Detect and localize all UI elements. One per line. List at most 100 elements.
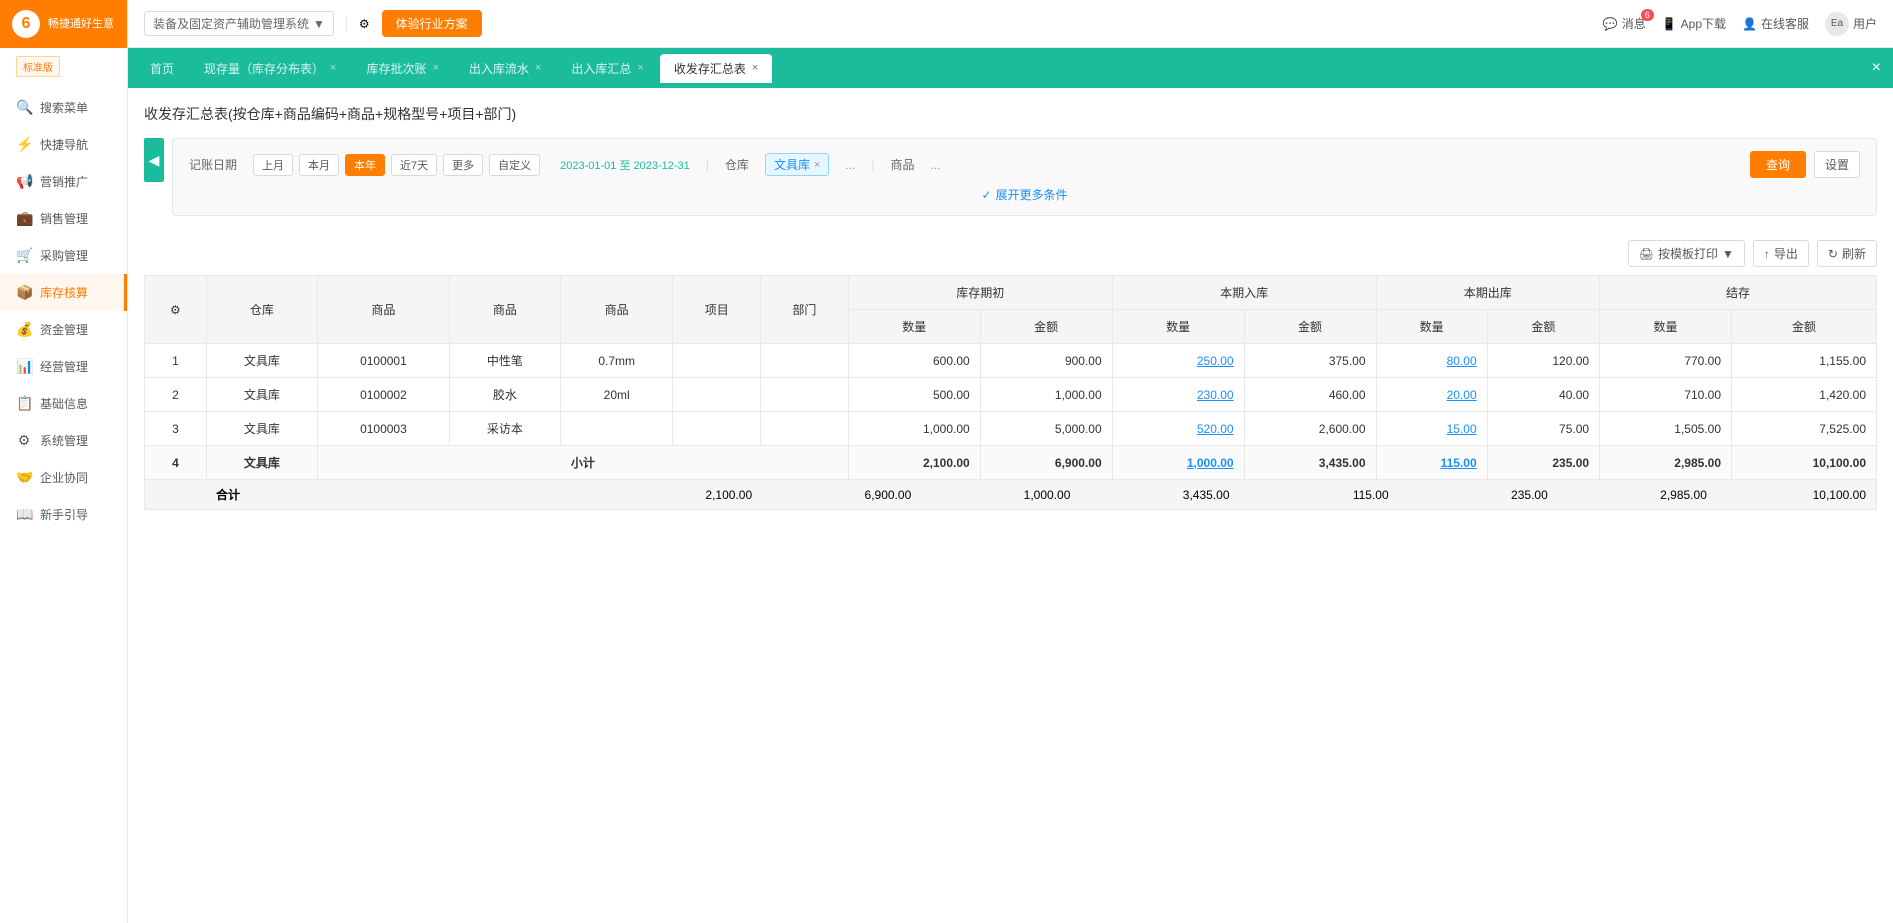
sidebar-item-basic[interactable]: 📋基础信息 — [0, 385, 127, 422]
export-label: 导出 — [1774, 245, 1798, 262]
table-row: 1 文具库 0100001 中性笔 0.7mm 600.00 900.00 25… — [145, 344, 1877, 378]
warehouse-tag[interactable]: 文具库 × — [765, 153, 829, 176]
row-project — [673, 344, 761, 378]
sidebar-icon-basic: 📋 — [16, 395, 32, 412]
sidebar-icon-system: ⚙ — [16, 432, 32, 449]
top-header: 装备及固定资产辅助管理系统 ▼ ⚙ 体验行业方案 💬 消息 6 📱 App下载 … — [128, 0, 1893, 48]
row-out-qty[interactable]: 80.00 — [1376, 344, 1487, 378]
row-out-amount: 120.00 — [1487, 344, 1599, 378]
print-btn[interactable]: 🖨 按模板打印 ▼ — [1628, 240, 1745, 267]
date-btn-本年[interactable]: 本年 — [345, 154, 385, 176]
tab-recv_send[interactable]: 收发存汇总表× — [660, 54, 772, 83]
goods-more[interactable]: ... — [931, 158, 941, 172]
filter-toggle-btn[interactable]: ◀ — [144, 138, 164, 182]
export-icon: ↑ — [1764, 247, 1770, 261]
tab-close-inout_summary[interactable]: × — [637, 62, 643, 74]
table-settings-icon[interactable]: ⚙ — [170, 303, 181, 317]
footer-total-label: 合计 — [193, 486, 263, 503]
query-button[interactable]: 查询 — [1750, 151, 1806, 178]
row-warehouse: 文具库 — [206, 412, 317, 446]
sidebar-item-quick[interactable]: ⚡快捷导航 — [0, 126, 127, 163]
header-right: 💬 消息 6 📱 App下载 👤 在线客服 Ea 用户 — [1603, 12, 1877, 36]
date-btn-自定义[interactable]: 自定义 — [489, 154, 540, 176]
export-btn[interactable]: ↑ 导出 — [1753, 240, 1809, 267]
sidebar-icon-inventory: 📦 — [16, 284, 32, 301]
sidebar-menu: 🔍搜索菜单⚡快捷导航📢营销推广💼销售管理🛒采购管理📦库存核算💰资金管理📊经营管理… — [0, 85, 127, 923]
date-btn-更多[interactable]: 更多 — [443, 154, 483, 176]
date-btn-近7天[interactable]: 近7天 — [391, 154, 437, 176]
warehouse-tag-text: 文具库 — [774, 156, 810, 173]
warehouse-more[interactable]: ... — [845, 158, 855, 172]
sidebar-icon-marketing: 📢 — [16, 173, 32, 190]
refresh-btn[interactable]: ↻ 刷新 — [1817, 240, 1877, 267]
user-btn[interactable]: Ea 用户 — [1825, 12, 1877, 36]
expand-more: ✓ 展开更多条件 — [189, 186, 1860, 203]
row-name: 采访本 — [449, 412, 560, 446]
row-out-qty[interactable]: 20.00 — [1376, 378, 1487, 412]
date-btn-本月[interactable]: 本月 — [299, 154, 339, 176]
experience-button[interactable]: 体验行业方案 — [382, 10, 482, 37]
row-opening-amount: 900.00 — [980, 344, 1112, 378]
settings-button[interactable]: 设置 — [1814, 151, 1860, 178]
tab-batch[interactable]: 库存批次账× — [352, 54, 452, 83]
content-area: 收发存汇总表(按仓库+商品编码+商品+规格型号+项目+部门) ◀ 记账日期 上月… — [128, 88, 1893, 923]
subtotal-in-qty[interactable]: 1,000.00 — [1112, 446, 1244, 480]
tab-bar: 首页现存量（库存分布表）×库存批次账×出入库流水×出入库汇总×收发存汇总表×× — [128, 48, 1893, 88]
online-service-btn[interactable]: 👤 在线客服 — [1742, 15, 1809, 32]
tab-home[interactable]: 首页 — [136, 54, 188, 83]
tab-close-inout_flow[interactable]: × — [535, 62, 541, 74]
row-spec — [560, 412, 672, 446]
user-avatar: Ea — [1825, 12, 1849, 36]
row-code: 0100003 — [317, 412, 449, 446]
project-col-header: 项目 — [673, 276, 761, 344]
sidebar-item-sales[interactable]: 💼销售管理 — [0, 200, 127, 237]
subtotal-out-qty[interactable]: 115.00 — [1376, 446, 1487, 480]
sidebar-item-operations[interactable]: 📊经营管理 — [0, 348, 127, 385]
sidebar-item-inventory[interactable]: 📦库存核算 — [0, 274, 127, 311]
tab-close-batch[interactable]: × — [432, 62, 438, 74]
app-download-btn[interactable]: 📱 App下载 — [1662, 15, 1726, 32]
warehouse-tag-close-icon[interactable]: × — [814, 159, 820, 171]
system-selector[interactable]: 装备及固定资产辅助管理系统 ▼ — [144, 11, 334, 36]
app-name: 畅捷通好生意 — [48, 17, 114, 31]
tab-close-recv_send[interactable]: × — [752, 62, 758, 74]
row-code: 0100002 — [317, 378, 449, 412]
row-opening-qty: 600.00 — [848, 344, 980, 378]
sidebar-item-search[interactable]: 🔍搜索菜单 — [0, 89, 127, 126]
tab-inout_summary[interactable]: 出入库汇总× — [557, 54, 657, 83]
sidebar-item-collab[interactable]: 🤝企业协同 — [0, 459, 127, 496]
tab-bar-close-btn[interactable]: × — [1868, 55, 1885, 81]
sidebar-item-guide[interactable]: 📖新手引导 — [0, 496, 127, 533]
tab-stock_dist[interactable]: 现存量（库存分布表）× — [190, 54, 350, 83]
sidebar-item-purchase[interactable]: 🛒采购管理 — [0, 237, 127, 274]
expand-arrow-icon: ✓ — [981, 188, 991, 202]
row-in-qty[interactable]: 250.00 — [1112, 344, 1244, 378]
sidebar-label-guide: 新手引导 — [40, 506, 88, 523]
in-amount-header: 金额 — [1244, 310, 1376, 344]
tab-inout_flow[interactable]: 出入库流水× — [455, 54, 555, 83]
gear-btn[interactable]: ⚙ — [359, 17, 370, 31]
top-actions: 🖨 按模板打印 ▼ ↑ 导出 ↻ 刷新 — [144, 240, 1877, 267]
goods-spec-col-header: 商品 — [560, 276, 672, 344]
sidebar-item-system[interactable]: ⚙系统管理 — [0, 422, 127, 459]
opening-qty-header: 数量 — [848, 310, 980, 344]
row-in-qty[interactable]: 230.00 — [1112, 378, 1244, 412]
sidebar-item-finance[interactable]: 💰资金管理 — [0, 311, 127, 348]
messages-icon-btn[interactable]: 💬 消息 6 — [1603, 15, 1646, 32]
settings-col-header[interactable]: ⚙ — [145, 276, 207, 344]
sidebar-item-marketing[interactable]: 📢营销推广 — [0, 163, 127, 200]
row-closing-qty: 1,505.00 — [1600, 412, 1732, 446]
row-out-qty[interactable]: 15.00 — [1376, 412, 1487, 446]
tab-close-stock_dist[interactable]: × — [330, 62, 336, 74]
tab-label-home: 首页 — [150, 60, 174, 77]
expand-btn[interactable]: ✓ 展开更多条件 — [189, 186, 1860, 203]
sidebar-label-finance: 资金管理 — [40, 321, 88, 338]
goods-name-col-header: 商品 — [449, 276, 560, 344]
row-in-amount: 375.00 — [1244, 344, 1376, 378]
sidebar-icon-operations: 📊 — [16, 358, 32, 375]
row-in-qty[interactable]: 520.00 — [1112, 412, 1244, 446]
service-icon: 👤 — [1742, 17, 1757, 31]
footer-closing-qty: 2,985.00 — [1558, 488, 1717, 502]
date-btn-上月[interactable]: 上月 — [253, 154, 293, 176]
subtotal-warehouse: 文具库 — [206, 446, 317, 480]
